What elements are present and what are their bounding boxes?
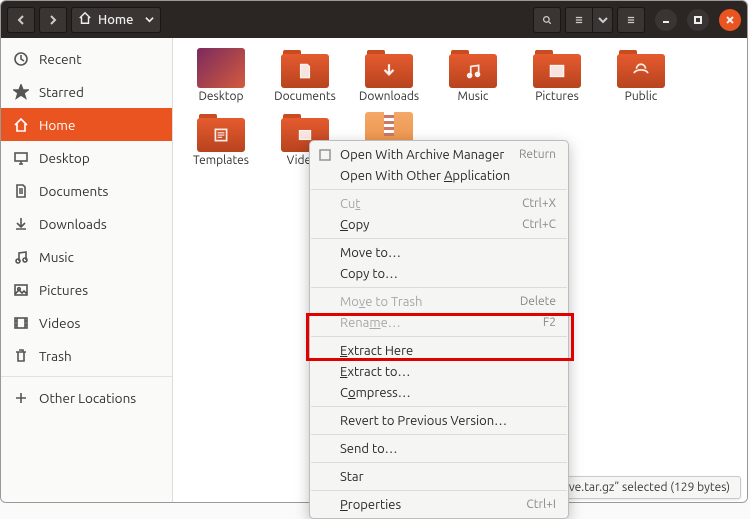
sidebar-item-label: Downloads xyxy=(39,216,107,232)
file-label: Templates xyxy=(193,154,249,168)
menu-separator xyxy=(311,406,567,407)
plus-icon xyxy=(13,390,29,406)
file-item-music[interactable]: Music xyxy=(433,48,513,104)
sidebar-separator xyxy=(1,376,172,377)
file-item-downloads[interactable]: Downloads xyxy=(349,48,429,104)
menu-separator xyxy=(311,462,567,463)
archive-manager-icon xyxy=(318,148,332,162)
home-icon xyxy=(78,11,92,28)
folder-icon xyxy=(365,48,413,88)
path-label: Home xyxy=(98,13,133,27)
folder-icon xyxy=(533,48,581,88)
window-maximize-button[interactable] xyxy=(687,9,709,31)
folder-icon xyxy=(197,48,245,88)
sidebar-item-label: Desktop xyxy=(39,150,90,166)
clock-icon xyxy=(13,51,29,67)
file-label: Music xyxy=(458,90,489,104)
sidebar-item-label: Documents xyxy=(39,183,108,199)
music-icon xyxy=(13,249,29,265)
pictures-icon xyxy=(13,282,29,298)
sidebar-item-starred[interactable]: Starred xyxy=(1,75,172,108)
file-item-documents[interactable]: Documents xyxy=(265,48,345,104)
file-label: Documents xyxy=(274,90,336,104)
menu-open-archive-manager[interactable]: Open With Archive ManagerReturn xyxy=(310,144,568,165)
sidebar-item-home[interactable]: Home xyxy=(1,108,172,141)
menu-move-to[interactable]: Move to… xyxy=(310,242,568,263)
window-minimize-button[interactable] xyxy=(655,9,677,31)
hamburger-menu-button[interactable] xyxy=(617,7,645,33)
file-item-public[interactable]: Public xyxy=(601,48,681,104)
file-label: Desktop xyxy=(198,90,243,104)
menu-compress[interactable]: Compress… xyxy=(310,382,568,403)
menu-send-to[interactable]: Send to… xyxy=(310,438,568,459)
file-item-templates[interactable]: Templates xyxy=(181,112,261,178)
sidebar-item-label: Music xyxy=(39,249,74,265)
nav-forward-button[interactable] xyxy=(39,7,67,33)
folder-icon xyxy=(617,48,665,88)
menu-move-trash[interactable]: Move to TrashDelete xyxy=(310,291,568,312)
menu-star[interactable]: Star xyxy=(310,466,568,487)
documents-icon xyxy=(13,183,29,199)
menu-separator xyxy=(311,490,567,491)
folder-icon xyxy=(197,112,245,152)
sidebar-item-label: Recent xyxy=(39,51,82,67)
file-label: Public xyxy=(625,90,658,104)
menu-separator xyxy=(311,287,567,288)
file-item-pictures[interactable]: Pictures xyxy=(517,48,597,104)
videos-icon xyxy=(13,315,29,331)
menu-extract-here[interactable]: Extract Here xyxy=(310,340,568,361)
menu-separator xyxy=(311,189,567,190)
star-icon xyxy=(13,84,29,100)
menu-rename[interactable]: Rename…F2 xyxy=(310,312,568,333)
sidebar-item-label: Other Locations xyxy=(39,390,136,406)
file-label: Downloads xyxy=(359,90,419,104)
sidebar-item-other-locations[interactable]: Other Locations xyxy=(1,381,172,414)
menu-extract-to[interactable]: Extract to… xyxy=(310,361,568,382)
menu-revert-version[interactable]: Revert to Previous Version… xyxy=(310,410,568,431)
menu-separator xyxy=(311,434,567,435)
file-item-desktop[interactable]: Desktop xyxy=(181,48,261,104)
file-label: Pictures xyxy=(535,90,579,104)
sidebar-item-label: Home xyxy=(39,117,75,133)
sidebar-item-trash[interactable]: Trash xyxy=(1,339,172,372)
sidebar-item-downloads[interactable]: Downloads xyxy=(1,207,172,240)
sidebar-item-desktop[interactable]: Desktop xyxy=(1,141,172,174)
sidebar-item-videos[interactable]: Videos xyxy=(1,306,172,339)
context-menu: Open With Archive ManagerReturn Open Wit… xyxy=(309,140,569,519)
sidebar-item-documents[interactable]: Documents xyxy=(1,174,172,207)
menu-open-other-app[interactable]: Open With Other Application xyxy=(310,165,568,186)
menu-copy-to[interactable]: Copy to… xyxy=(310,263,568,284)
downloads-icon xyxy=(13,216,29,232)
sidebar-item-music[interactable]: Music xyxy=(1,240,172,273)
window-close-button[interactable] xyxy=(719,9,741,31)
sidebar-item-label: Trash xyxy=(39,348,72,364)
folder-icon xyxy=(449,48,497,88)
search-button[interactable] xyxy=(533,7,561,33)
nav-back-button[interactable] xyxy=(7,7,35,33)
view-list-button[interactable] xyxy=(565,7,593,33)
titlebar: Home xyxy=(1,1,747,38)
view-options-button[interactable] xyxy=(593,7,613,33)
sidebar-item-pictures[interactable]: Pictures xyxy=(1,273,172,306)
menu-copy[interactable]: CopyCtrl+C xyxy=(310,214,568,235)
sidebar-item-label: Pictures xyxy=(39,282,88,298)
sidebar-item-recent[interactable]: Recent xyxy=(1,42,172,75)
trash-icon xyxy=(13,348,29,364)
desktop-icon xyxy=(13,150,29,166)
sidebar-item-label: Starred xyxy=(39,84,84,100)
folder-icon xyxy=(281,48,329,88)
sidebar: Recent Starred Home Desktop Documents Do… xyxy=(1,38,173,502)
sidebar-item-label: Videos xyxy=(39,315,80,331)
chevron-down-icon xyxy=(145,13,154,27)
home-icon xyxy=(13,117,29,133)
menu-cut[interactable]: CutCtrl+X xyxy=(310,193,568,214)
menu-separator xyxy=(311,238,567,239)
menu-separator xyxy=(311,336,567,337)
path-button[interactable]: Home xyxy=(71,7,161,33)
